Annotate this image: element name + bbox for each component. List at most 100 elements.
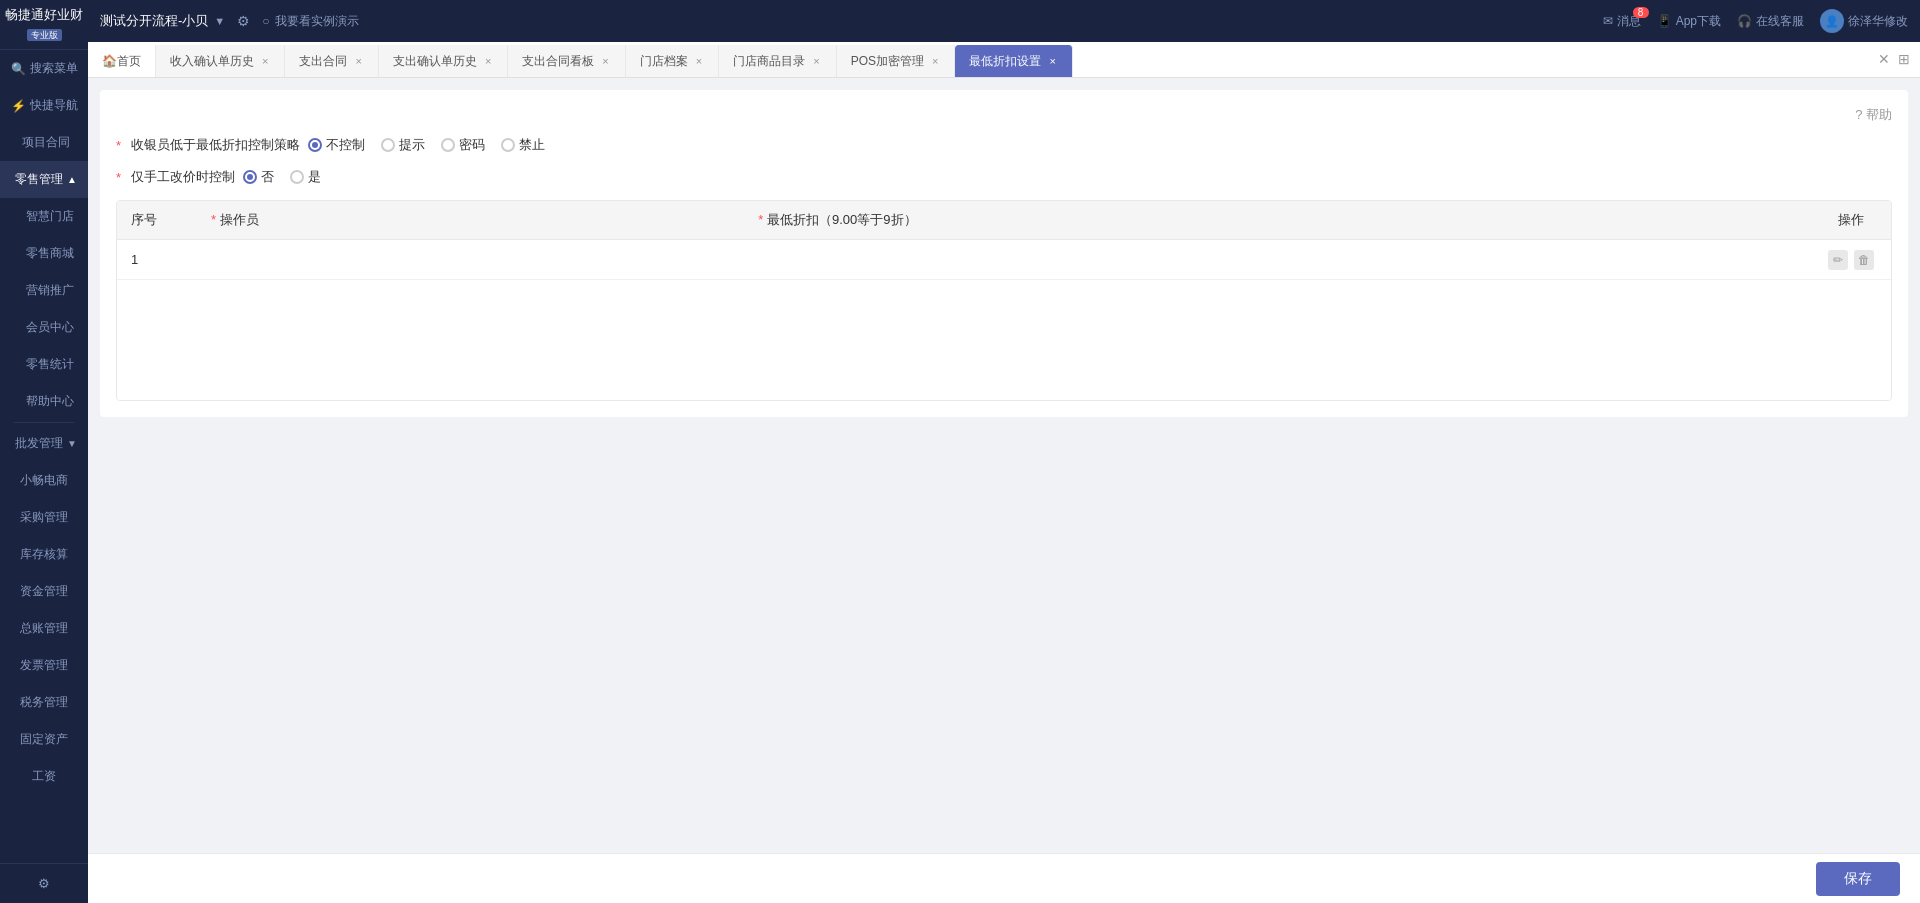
user-icon: 👤 (1825, 15, 1839, 28)
page-content: ? 帮助 * 收银员低于最低折扣控制策略 不控制 (88, 78, 1920, 853)
sidebar-item-ledger[interactable]: 总账管理 (0, 610, 88, 647)
sidebar-item-retail-management[interactable]: 零售管理 ▲ (0, 161, 88, 198)
manual-label: 仅手工改价时控制 (131, 168, 235, 186)
sidebar-item-label: 帮助中心 (26, 393, 74, 410)
tab-payment-confirm-history[interactable]: 支出确认单历史 × (379, 45, 508, 77)
customer-service-button[interactable]: 🎧 在线客服 (1737, 13, 1804, 30)
tab-close-icon[interactable]: × (1047, 55, 1057, 67)
sidebar-item-label: 批发管理 (15, 435, 63, 452)
tabbar-actions: ✕ ⊞ (1868, 42, 1920, 77)
save-button[interactable]: 保存 (1816, 862, 1900, 896)
settings-card: ? 帮助 * 收银员低于最低折扣控制策略 不控制 (100, 90, 1908, 417)
sidebar-item-label: 零售管理 (15, 171, 63, 188)
sidebar-item-search[interactable]: 🔍 搜索菜单 (0, 50, 88, 87)
demo-link[interactable]: ○ 我要看实例演示 (262, 13, 359, 30)
col-header-label: 操作员 (220, 212, 259, 227)
topbar: 测试分开流程-小贝 ▼ ⚙ ○ 我要看实例演示 ✉ 消息 8 📱 App下载 🎧… (88, 0, 1920, 42)
tab-payment-contract[interactable]: 支出合同 × (285, 45, 378, 77)
tab-store-product-catalog[interactable]: 门店商品目录 × (719, 45, 836, 77)
edit-row-button[interactable]: ✏ (1828, 250, 1848, 270)
sidebar-item-invoice[interactable]: 发票管理 (0, 647, 88, 684)
sidebar-item-member-center[interactable]: 会员中心 (0, 309, 88, 346)
sidebar-item-label: 发票管理 (20, 657, 68, 674)
radio-yes[interactable]: 是 (290, 168, 321, 186)
tab-label: 首页 (117, 53, 141, 70)
radio-circle (308, 138, 322, 152)
tab-home[interactable]: 🏠 首页 (88, 45, 156, 77)
tab-close-icon[interactable]: × (353, 55, 363, 67)
sidebar-item-label: 零售商城 (26, 245, 74, 262)
sidebar-item-help-center[interactable]: 帮助中心 (0, 383, 88, 420)
help-label: 帮助 (1866, 107, 1892, 122)
tab-close-icon[interactable]: × (600, 55, 610, 67)
manual-control-radio-group: 否 是 (243, 168, 321, 186)
demo-icon: ○ (262, 14, 269, 28)
app-download-button[interactable]: 📱 App下载 (1657, 13, 1721, 30)
sidebar-item-label: 搜索菜单 (30, 60, 78, 77)
logo-badge: 专业版 (27, 29, 62, 41)
sidebar-item-payroll[interactable]: 工资 (0, 758, 88, 795)
radio-circle (501, 138, 515, 152)
sidebar-item-retail-stats[interactable]: 零售统计 (0, 346, 88, 383)
help-button[interactable]: ? 帮助 (1855, 106, 1892, 124)
cell-seq: 1 (117, 244, 197, 275)
sidebar-item-ecommerce[interactable]: 小畅电商 (0, 462, 88, 499)
question-icon: ? (1855, 107, 1862, 122)
sidebar-item-project-contract[interactable]: 项目合同 (0, 124, 88, 161)
sidebar-item-retail-mall[interactable]: 零售商城 (0, 235, 88, 272)
col-header-discount: * 最低折扣（9.00等于9折） (744, 201, 1811, 239)
settings-button[interactable]: ⚙ (237, 13, 250, 29)
tab-close-icon[interactable]: × (483, 55, 493, 67)
radio-circle (381, 138, 395, 152)
sidebar-item-tax[interactable]: 税务管理 (0, 684, 88, 721)
sidebar-item-marketing[interactable]: 营销推广 (0, 272, 88, 309)
sidebar-item-purchase[interactable]: 采购管理 (0, 499, 88, 536)
tab-close-icon[interactable]: × (260, 55, 270, 67)
tab-payment-contract-board[interactable]: 支出合同看板 × (508, 45, 625, 77)
close-tab-button[interactable]: ✕ (1878, 51, 1890, 67)
radio-label: 密码 (459, 136, 485, 154)
radio-no-control[interactable]: 不控制 (308, 136, 365, 154)
user-menu-button[interactable]: 👤 徐泽华修改 (1820, 9, 1908, 33)
radio-remind[interactable]: 提示 (381, 136, 425, 154)
sidebar-item-label: 资金管理 (20, 583, 68, 600)
tab-income-confirm-history[interactable]: 收入确认单历史 × (156, 45, 285, 77)
radio-label: 否 (261, 168, 274, 186)
sidebar: 畅捷通好业财 专业版 🔍 搜索菜单 ⚡ 快捷导航 项目合同 零售管理 ▲ 智慧门… (0, 0, 88, 903)
cell-actions: ✏ 🗑 (1811, 242, 1891, 278)
sidebar-item-fixed-assets[interactable]: 固定资产 (0, 721, 88, 758)
tab-pos-password[interactable]: POS加密管理 × (837, 45, 956, 77)
sidebar-item-quick-nav[interactable]: ⚡ 快捷导航 (0, 87, 88, 124)
tab-close-icon[interactable]: × (811, 55, 821, 67)
col-header-operator: * 操作员 (197, 201, 744, 239)
maximize-button[interactable]: ⊞ (1898, 51, 1910, 67)
sidebar-item-label: 固定资产 (20, 731, 68, 748)
tab-min-discount-setting[interactable]: 最低折扣设置 × (955, 45, 1072, 77)
sidebar-item-label: 采购管理 (20, 509, 68, 526)
radio-label: 是 (308, 168, 321, 186)
col-header-label: 最低折扣（9.00等于9折） (767, 212, 917, 227)
bottom-bar: 保存 (88, 853, 1920, 903)
gear-icon: ⚙ (38, 876, 50, 891)
delete-icon: 🗑 (1858, 253, 1870, 267)
sidebar-settings-button[interactable]: ⚙ (0, 863, 88, 903)
sidebar-item-label: 总账管理 (20, 620, 68, 637)
sidebar-item-smart-store[interactable]: 智慧门店 (0, 198, 88, 235)
radio-forbid[interactable]: 禁止 (501, 136, 545, 154)
delete-row-button[interactable]: 🗑 (1854, 250, 1874, 270)
tab-store-file[interactable]: 门店档案 × (626, 45, 719, 77)
radio-password[interactable]: 密码 (441, 136, 485, 154)
messages-button[interactable]: ✉ 消息 8 (1603, 13, 1641, 30)
home-icon: 🏠 (102, 54, 117, 68)
sidebar-item-inventory[interactable]: 库存核算 (0, 536, 88, 573)
sidebar-divider (14, 422, 74, 423)
radio-no[interactable]: 否 (243, 168, 274, 186)
radio-label: 禁止 (519, 136, 545, 154)
radio-circle (441, 138, 455, 152)
sidebar-item-fund[interactable]: 资金管理 (0, 573, 88, 610)
tab-close-icon[interactable]: × (694, 55, 704, 67)
sidebar-item-batch-management[interactable]: 批发管理 ▼ (0, 425, 88, 462)
tab-close-icon[interactable]: × (930, 55, 940, 67)
required-star2: * (116, 170, 121, 185)
project-selector[interactable]: 测试分开流程-小贝 ▼ (100, 12, 225, 30)
